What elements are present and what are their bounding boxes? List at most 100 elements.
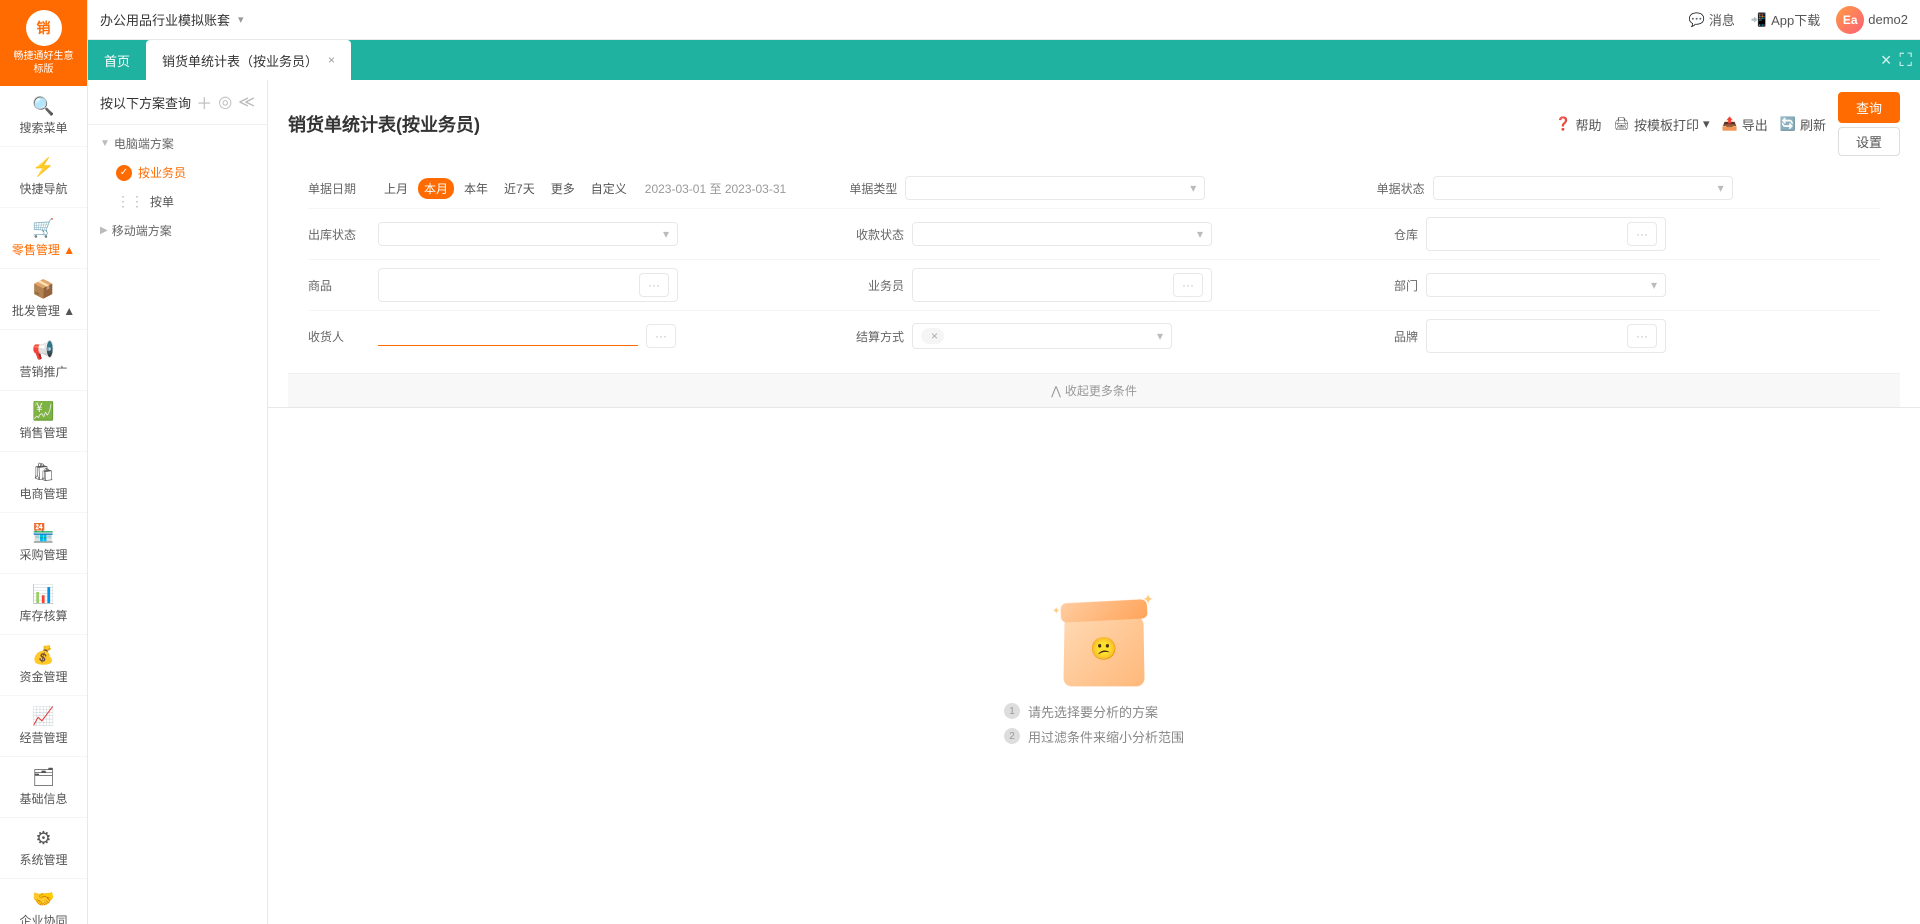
window-close-icon[interactable]: × bbox=[1881, 50, 1892, 71]
salesperson-select[interactable]: ··· bbox=[912, 268, 1212, 302]
filter-row-3: 商品 ··· 业务员 ··· bbox=[308, 260, 1880, 311]
payment-tag-close-icon[interactable]: × bbox=[931, 329, 938, 343]
sidebar: 销 畅捷通好生意标版 🔍 搜索菜单 ⚡ 快捷导航 🛒 零售管理 ▲ 📦 批发管理… bbox=[0, 0, 88, 924]
left-panel: 按以下方案查询 ＋ ◎ ≪ ▼ 电脑端方案 ✓ 按业务员 ⋮ bbox=[88, 80, 268, 924]
left-panel-title: 按以下方案查询 bbox=[100, 93, 191, 112]
print-label: 按模板打印 bbox=[1634, 115, 1699, 134]
print-icon: 🖨 bbox=[1614, 116, 1631, 132]
date-label: 单据日期 bbox=[308, 180, 378, 197]
brand-select[interactable]: ··· bbox=[1426, 319, 1666, 353]
out-status-select[interactable]: ▾ bbox=[378, 222, 678, 246]
tab-close-icon[interactable]: × bbox=[328, 53, 335, 67]
content-area: 按以下方案查询 ＋ ◎ ≪ ▼ 电脑端方案 ✓ 按业务员 ⋮ bbox=[88, 80, 1920, 924]
empty-tip-2: 2 用过滤条件来缩小分析范围 bbox=[1004, 727, 1184, 746]
window-max-icon[interactable]: ⛶ bbox=[1899, 50, 1912, 71]
tab-sales-stat[interactable]: 销货单统计表（按业务员） × bbox=[146, 40, 351, 80]
sidebar-item-wholesale[interactable]: 📦 批发管理 ▲ bbox=[0, 269, 87, 330]
date-tab-lastmonth[interactable]: 上月 bbox=[378, 178, 414, 199]
left-panel-actions: ＋ ◎ ≪ bbox=[196, 90, 255, 114]
receiver-input[interactable] bbox=[378, 327, 638, 346]
msg-icon: 💬 bbox=[1689, 12, 1705, 28]
warehouse-select[interactable]: ··· bbox=[1426, 217, 1666, 251]
sidebar-item-enterprise[interactable]: 🤝 企业协同 bbox=[0, 879, 87, 924]
msg-label: 消息 bbox=[1709, 10, 1735, 29]
receiver-control: ··· bbox=[378, 324, 832, 348]
sidebar-item-sales[interactable]: 💹 销售管理 bbox=[0, 391, 87, 452]
collapse-button[interactable]: ⋀ 收起更多条件 bbox=[1051, 382, 1137, 399]
scheme-group-pc[interactable]: ▼ 电脑端方案 bbox=[88, 129, 267, 158]
breadcrumb-dropdown-icon[interactable]: ▾ bbox=[238, 13, 244, 26]
app-download-button[interactable]: 📲 App下载 bbox=[1751, 10, 1820, 29]
sidebar-item-retail[interactable]: 🛒 零售管理 ▲ bbox=[0, 208, 87, 269]
scheme-group-mobile[interactable]: ▶ 移动端方案 bbox=[88, 216, 267, 245]
scheme-item-by-salesperson[interactable]: ✓ 按业务员 bbox=[88, 158, 267, 187]
msg-button[interactable]: 💬 消息 bbox=[1689, 10, 1735, 29]
scheme-item-by-order[interactable]: ⋮⋮ 按单 bbox=[88, 187, 267, 216]
left-panel-header: 按以下方案查询 ＋ ◎ ≪ bbox=[88, 80, 267, 125]
sidebar-item-marketing[interactable]: 📢 营销推广 bbox=[0, 330, 87, 391]
filter-row-4: 收货人 ··· 结算方式 bbox=[308, 311, 1880, 361]
payment-method-control: × ▾ bbox=[912, 323, 1366, 349]
date-tab-thismonth[interactable]: 本月 bbox=[418, 178, 454, 199]
date-tab-custom[interactable]: 自定义 bbox=[585, 178, 633, 199]
date-tab-7days[interactable]: 近7天 bbox=[498, 178, 541, 199]
date-tab-thisyear[interactable]: 本年 bbox=[458, 178, 494, 199]
main-area: 办公用品行业模拟账套 ▾ 💬 消息 📲 App下载 Ea demo2 首页 bbox=[88, 0, 1920, 924]
print-button[interactable]: 🖨 按模板打印 ▾ bbox=[1614, 115, 1710, 134]
brand-dots[interactable]: ··· bbox=[1627, 324, 1657, 348]
collapse-scheme-icon[interactable]: ≪ bbox=[238, 92, 255, 112]
help-icon: ❓ bbox=[1555, 116, 1571, 132]
sidebar-item-operations[interactable]: 📈 经营管理 bbox=[0, 696, 87, 757]
doc-status-label: 单据状态 bbox=[1353, 180, 1433, 197]
payment-method-tag[interactable]: × bbox=[921, 328, 944, 344]
finance-icon: 💰 bbox=[4, 645, 83, 666]
add-scheme-icon[interactable]: ＋ bbox=[196, 90, 212, 114]
query-button[interactable]: 查询 bbox=[1838, 92, 1900, 123]
scheme-order-icon: ⋮⋮ bbox=[116, 193, 144, 210]
receipt-status-select[interactable]: ▾ bbox=[912, 222, 1212, 246]
salesperson-dots[interactable]: ··· bbox=[1173, 273, 1203, 297]
sidebar-item-basic[interactable]: 🗂 基础信息 bbox=[0, 757, 87, 818]
product-dots[interactable]: ··· bbox=[639, 273, 669, 297]
settings-scheme-icon[interactable]: ◎ bbox=[218, 92, 232, 112]
out-status-control: ▾ bbox=[378, 222, 832, 246]
dept-control: ▾ bbox=[1426, 273, 1880, 297]
empty-illustration: 😕 ✦ ✦ bbox=[1044, 586, 1144, 686]
date-range-text: 2023-03-01 至 2023-03-31 bbox=[645, 180, 786, 197]
sidebar-logo[interactable]: 销 畅捷通好生意标版 bbox=[0, 0, 88, 86]
receipt-status-chevron: ▾ bbox=[1197, 227, 1203, 241]
refresh-button[interactable]: 🔄 刷新 bbox=[1780, 115, 1826, 134]
payment-method-select[interactable]: × ▾ bbox=[912, 323, 1172, 349]
help-button[interactable]: ❓ 帮助 bbox=[1555, 115, 1601, 134]
enterprise-icon: 🤝 bbox=[4, 889, 83, 910]
brand-control: ··· bbox=[1426, 319, 1880, 353]
tip-num-1: 1 bbox=[1004, 703, 1020, 719]
system-icon: ⚙ bbox=[4, 828, 83, 849]
tab-home[interactable]: 首页 bbox=[88, 40, 146, 80]
receiver-dots[interactable]: ··· bbox=[646, 324, 676, 348]
purchase-icon: 🏪 bbox=[4, 523, 83, 544]
date-tab-more[interactable]: 更多 bbox=[545, 178, 581, 199]
doc-type-select[interactable]: ▾ bbox=[905, 176, 1205, 200]
sidebar-item-purchase[interactable]: 🏪 采购管理 bbox=[0, 513, 87, 574]
doc-type-control[interactable]: ▾ bbox=[905, 176, 1352, 200]
mobile-group-expand-icon: ▶ bbox=[100, 225, 108, 236]
sidebar-item-finance[interactable]: 💰 资金管理 bbox=[0, 635, 87, 696]
doc-type-chevron: ▾ bbox=[1190, 181, 1196, 195]
dept-select[interactable]: ▾ bbox=[1426, 273, 1666, 297]
doc-status-select[interactable]: ▾ bbox=[1433, 176, 1733, 200]
product-select[interactable]: ··· bbox=[378, 268, 678, 302]
sidebar-item-search[interactable]: 🔍 搜索菜单 bbox=[0, 86, 87, 147]
sidebar-item-inventory[interactable]: 📊 库存核算 bbox=[0, 574, 87, 635]
salesperson-control: ··· bbox=[912, 268, 1366, 302]
export-button[interactable]: 📤 导出 bbox=[1722, 115, 1768, 134]
sidebar-item-system[interactable]: ⚙ 系统管理 bbox=[0, 818, 87, 879]
user-profile[interactable]: Ea demo2 bbox=[1836, 6, 1908, 34]
sidebar-item-nav[interactable]: ⚡ 快捷导航 bbox=[0, 147, 87, 208]
warehouse-dots[interactable]: ··· bbox=[1627, 222, 1657, 246]
receipt-status-label: 收款状态 bbox=[832, 226, 912, 243]
collapse-row: ⋀ 收起更多条件 bbox=[288, 373, 1900, 407]
help-label: 帮助 bbox=[1576, 115, 1602, 134]
sidebar-item-ecommerce[interactable]: 🛍 电商管理 bbox=[0, 452, 87, 513]
setting-button[interactable]: 设置 bbox=[1838, 127, 1900, 156]
